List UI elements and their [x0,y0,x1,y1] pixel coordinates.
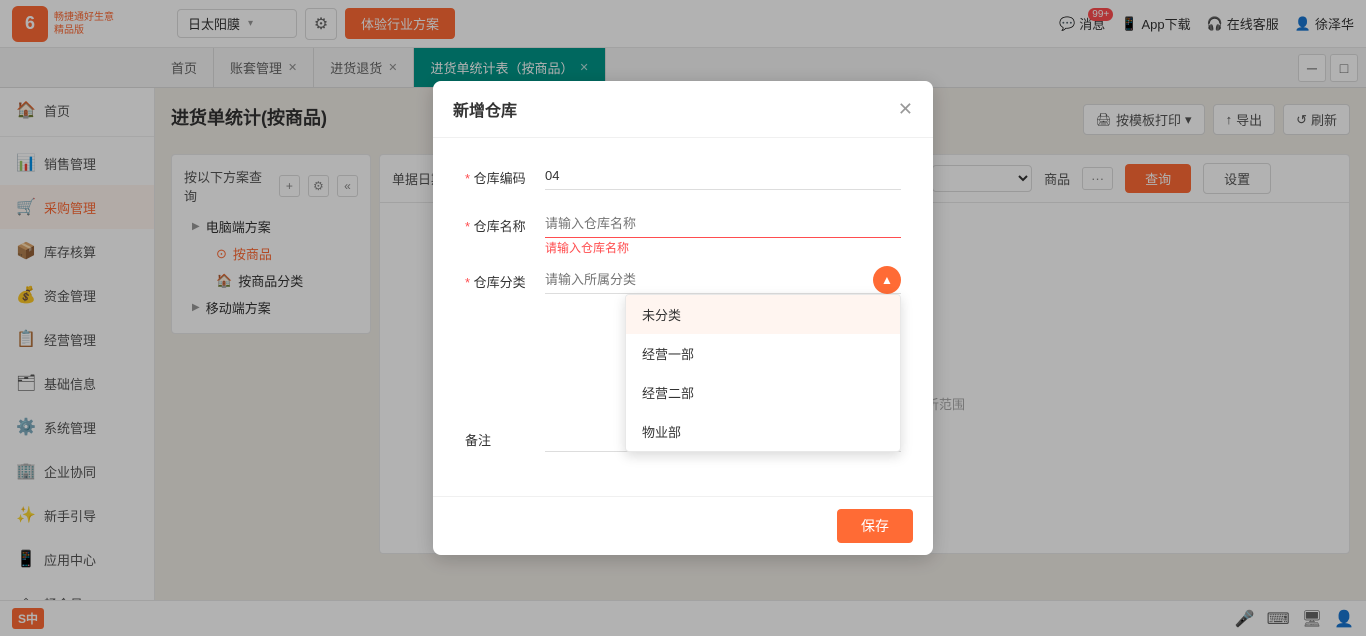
name-error-msg: 请输入仓库名称 [545,239,629,256]
code-input[interactable] [545,162,901,190]
category-select-wrapper: ▲ 未分类 经营一部 经营二部 物业部 [545,266,901,294]
category-dropdown-arrow[interactable]: ▲ [873,266,901,294]
save-button[interactable]: 保存 [837,509,913,543]
dropdown-item-dept3[interactable]: 物业部 [626,412,900,451]
dropdown-item-dept1[interactable]: 经营一部 [626,334,900,373]
new-warehouse-modal: 新增仓库 ✕ 仓库编码 仓库名称 请输入仓库名称 仓库分类 ▲ [433,81,933,555]
modal-close-button[interactable]: ✕ [898,100,913,118]
dropdown-item-uncategorized[interactable]: 未分类 [626,295,900,334]
modal-title: 新增仓库 [453,97,517,121]
name-label: 仓库名称 [465,210,545,235]
modal-backdrop: 新增仓库 ✕ 仓库编码 仓库名称 请输入仓库名称 仓库分类 ▲ [0,0,1366,636]
code-field-row: 仓库编码 [465,162,901,190]
modal-body: 仓库编码 仓库名称 请输入仓库名称 仓库分类 ▲ 未分类 经营一部 [433,138,933,496]
category-label: 仓库分类 [465,266,545,291]
category-field-row: 仓库分类 ▲ 未分类 经营一部 经营二部 物业部 [465,266,901,294]
code-label: 仓库编码 [465,162,545,187]
modal-header: 新增仓库 ✕ [433,81,933,138]
category-dropdown: 未分类 经营一部 经营二部 物业部 [625,294,901,452]
modal-footer: 保存 [433,496,933,555]
remark-label: 备注 [465,424,545,449]
name-field-row: 仓库名称 请输入仓库名称 [465,210,901,238]
category-input[interactable] [545,266,901,294]
name-input[interactable] [545,210,901,238]
dropdown-item-dept2[interactable]: 经营二部 [626,373,900,412]
